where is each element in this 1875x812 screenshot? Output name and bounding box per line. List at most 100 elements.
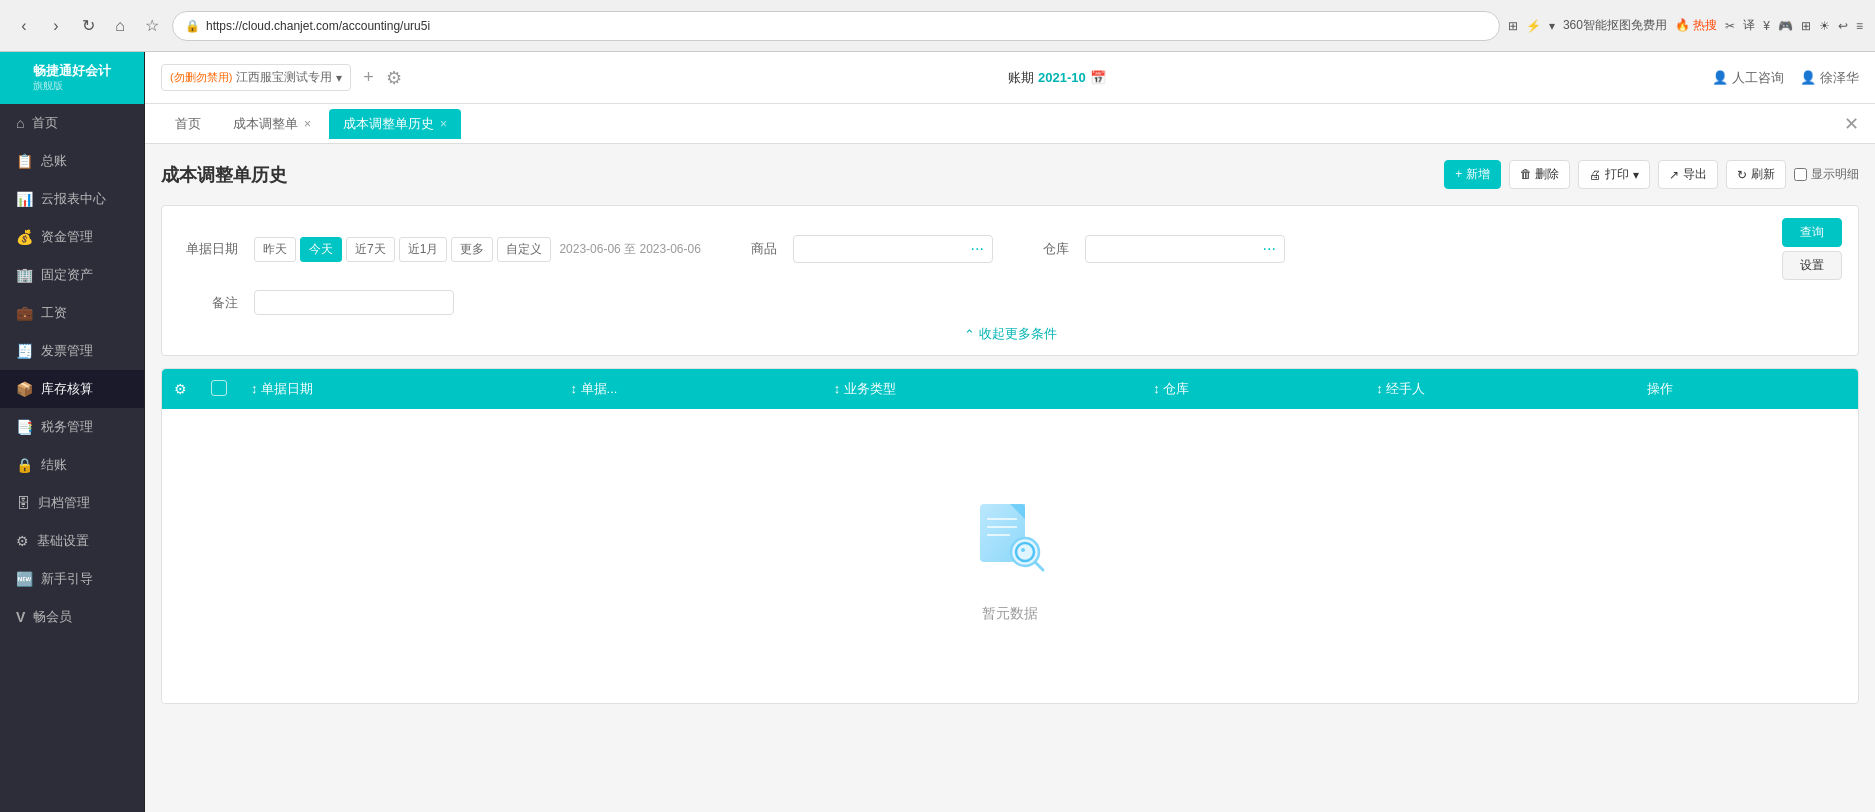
col-date-label: ↕ 单据日期 [251,381,313,396]
print-dropdown-icon: ▾ [1633,168,1639,182]
tab-home[interactable]: 首页 [161,109,215,139]
topbar: (勿删勿禁用) 江西服宝测试专用 ▾ + ⚙ 账期 2021-10 📅 👤 人工… [145,52,1875,104]
date-range: 2023-06-06 至 2023-06-06 [559,241,700,258]
forward-button[interactable]: › [44,14,68,38]
user-profile[interactable]: 👤 徐泽华 [1800,69,1859,87]
col-number[interactable]: ↕ 单据... [558,369,821,409]
sidebar-item-archive[interactable]: 🗄 归档管理 [0,484,144,522]
tab-cost-adjust[interactable]: 成本调整单 × [219,109,325,139]
sidebar-item-home[interactable]: ⌂ 首页 [0,104,144,142]
calendar-icon[interactable]: 📅 [1090,70,1106,85]
sidebar-item-ledger[interactable]: 📋 总账 [0,142,144,180]
collapse-icon: ⌃ [964,327,975,342]
tab-cost-adjust-history[interactable]: 成本调整单历史 × [329,109,461,139]
home-button[interactable]: ⌂ [108,14,132,38]
grid-tool[interactable]: ⊞ [1508,19,1518,33]
sidebar-item-invoice[interactable]: 🧾 发票管理 [0,332,144,370]
filter-row-date: 单据日期 昨天 今天 近7天 近1月 更多 自定义 2023-06-06 至 [178,218,1842,280]
apps-tool[interactable]: ⊞ [1801,19,1811,33]
warehouse-more-icon[interactable]: ··· [1263,240,1276,258]
sidebar-item-label: 库存核算 [41,380,93,398]
sidebar-item-settings[interactable]: ⚙ 基础设置 [0,522,144,560]
empty-state: 暂元数据 [162,409,1858,703]
filter-settings-button[interactable]: 设置 [1782,251,1842,280]
date-buttons: 昨天 今天 近7天 近1月 更多 自定义 2023-06-06 至 2023-0… [254,237,701,262]
goods-filter-label: 商品 [717,240,777,258]
hot-search[interactable]: 🔥 热搜 [1675,17,1717,34]
col-operator[interactable]: ↕ 经手人 [1364,369,1635,409]
today-btn[interactable]: 今天 [300,237,342,262]
custom-btn[interactable]: 自定义 [497,237,551,262]
col-ops: 操作 [1635,369,1858,409]
sidebar-item-label: 畅会员 [33,608,72,626]
table-check-col[interactable] [199,369,239,409]
menu-tool[interactable]: ≡ [1856,19,1863,33]
export-icon: ↗ [1669,168,1679,182]
query-button[interactable]: 查询 [1782,218,1842,247]
page-close-button[interactable]: ✕ [1844,113,1859,135]
topbar-right: 👤 人工咨询 👤 徐泽华 [1712,69,1859,87]
col-date[interactable]: ↕ 单据日期 [239,369,558,409]
coin-tool[interactable]: ¥ [1763,19,1770,33]
sidebar-item-funds[interactable]: 💰 资金管理 [0,218,144,256]
lightning-tool[interactable]: ⚡ [1526,19,1541,33]
refresh-button[interactable]: ↻ 刷新 [1726,160,1786,189]
1month-btn[interactable]: 近1月 [399,237,448,262]
table-body: 暂元数据 [162,409,1858,703]
topbar-add-button[interactable]: + [363,67,374,88]
sidebar-item-member[interactable]: V 畅会员 [0,598,144,636]
gamepad-tool[interactable]: 🎮 [1778,19,1793,33]
search-label[interactable]: 360智能抠图免费用 [1563,17,1667,34]
translate-tool[interactable]: 译 [1743,17,1755,34]
org-selector[interactable]: (勿删勿禁用) 江西服宝测试专用 ▾ [161,64,351,91]
fixed-assets-icon: 🏢 [16,267,33,283]
undo-tool[interactable]: ↩ [1838,19,1848,33]
more-btn[interactable]: 更多 [451,237,493,262]
export-button[interactable]: ↗ 导出 [1658,160,1718,189]
sidebar-item-inventory[interactable]: 📦 库存核算 [0,370,144,408]
delete-button[interactable]: 🗑 删除 [1509,160,1570,189]
collapse-button[interactable]: ⌃ 收起更多条件 [178,325,1842,343]
sidebar-item-salary[interactable]: 💼 工资 [0,294,144,332]
remark-input[interactable] [254,290,454,315]
back-button[interactable]: ‹ [12,14,36,38]
sidebar-item-tax[interactable]: 📑 税务管理 [0,408,144,446]
7days-btn[interactable]: 近7天 [346,237,395,262]
col-number-label: ↕ 单据... [570,381,617,396]
sidebar-item-guide[interactable]: 🆕 新手引导 [0,560,144,598]
sidebar-logo: 畅捷通好会计 旗舰版 [0,52,144,104]
goods-select[interactable]: ··· [793,235,993,263]
warehouse-select[interactable]: ··· [1085,235,1285,263]
brightness-tool[interactable]: ☀ [1819,19,1830,33]
new-button[interactable]: + 新增 [1444,160,1500,189]
tab-cost-adjust-close[interactable]: × [304,117,311,131]
col-warehouse-label: ↕ 仓库 [1153,381,1189,396]
table-settings-col[interactable]: ⚙ [162,369,199,409]
topbar-settings-button[interactable]: ⚙ [386,67,402,89]
address-bar[interactable]: 🔒 https://cloud.chanjet.com/accounting/u… [172,11,1500,41]
period-value: 2021-10 [1038,70,1086,85]
col-biz-type[interactable]: ↕ 业务类型 [822,369,1141,409]
yesterday-btn[interactable]: 昨天 [254,237,296,262]
show-detail-input[interactable] [1794,168,1807,181]
dropdown-tool[interactable]: ▾ [1549,19,1555,33]
tab-cost-adjust-history-close[interactable]: × [440,117,447,131]
show-detail-checkbox[interactable]: 显示明细 [1794,166,1859,183]
sidebar-item-label: 资金管理 [41,228,93,246]
consult-button[interactable]: 👤 人工咨询 [1712,69,1784,87]
scissors-tool[interactable]: ✂ [1725,19,1735,33]
refresh-button[interactable]: ↻ [76,14,100,38]
sidebar-item-label: 云报表中心 [41,190,106,208]
sidebar-item-reports[interactable]: 📊 云报表中心 [0,180,144,218]
goods-more-icon[interactable]: ··· [971,240,984,258]
org-name: 江西服宝测试专用 [236,69,332,86]
select-all-checkbox[interactable] [211,380,227,396]
sidebar-item-fixed-assets[interactable]: 🏢 固定资产 [0,256,144,294]
col-warehouse[interactable]: ↕ 仓库 [1141,369,1364,409]
sidebar-item-close[interactable]: 🔒 结账 [0,446,144,484]
table-settings-icon[interactable]: ⚙ [174,381,187,397]
col-operator-label: ↕ 经手人 [1376,381,1425,396]
star-button[interactable]: ☆ [140,14,164,38]
print-button[interactable]: 🖨 打印 ▾ [1578,160,1650,189]
collapse-label: 收起更多条件 [979,325,1057,343]
